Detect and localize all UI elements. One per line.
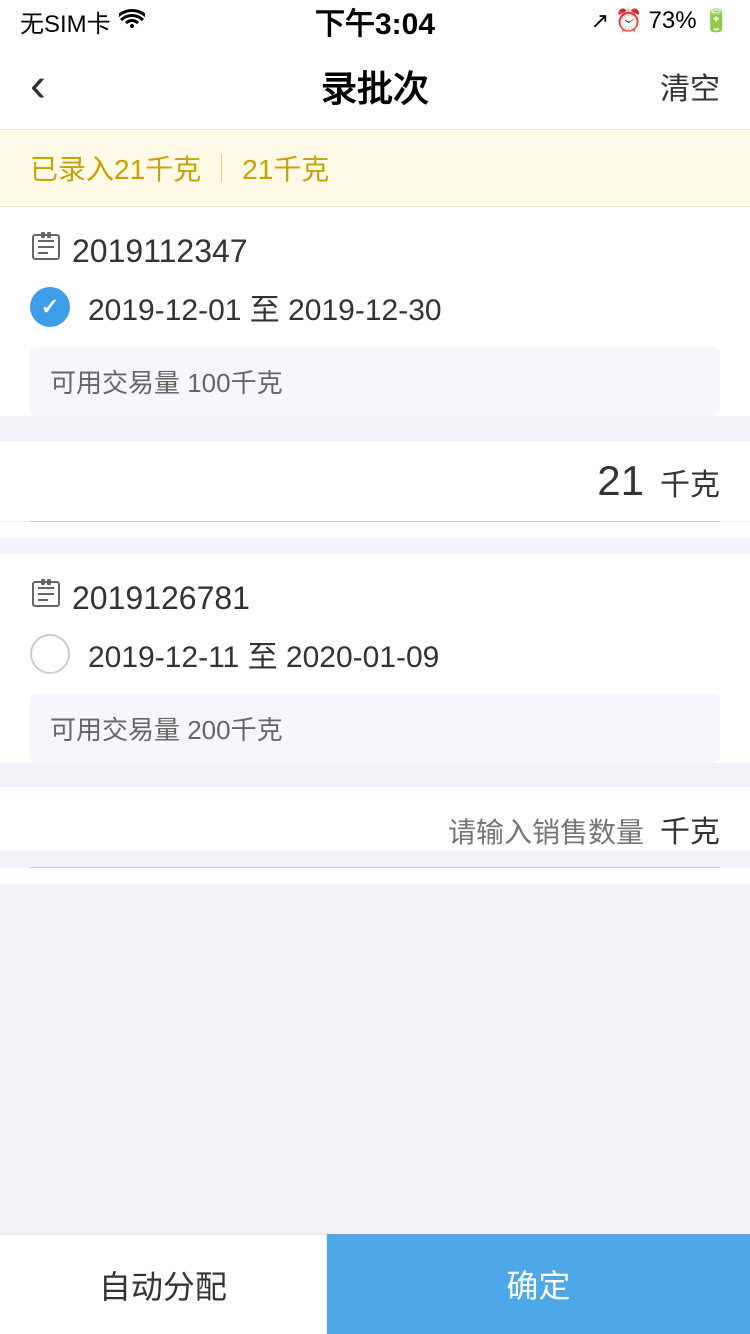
confirm-button[interactable]: 确定 [327, 1234, 750, 1334]
batch-header-1: 2019112347 [30, 231, 720, 271]
batch-card-1: 2019112347 ✓ 2019-12-01 至 2019-12-30 可用交… [0, 207, 750, 416]
batch-id-1: 2019112347 [72, 233, 248, 270]
nav-bar: ‹ 录批次 清空 [0, 42, 750, 130]
carrier-label: 无SIM卡 [20, 4, 111, 39]
batch-id-2: 2019126781 [72, 580, 250, 617]
page-title: 录批次 [321, 60, 429, 112]
battery-icon: 🔋 [703, 8, 730, 34]
clear-button[interactable]: 清空 [660, 64, 720, 108]
status-left: 无SIM卡 [20, 4, 145, 39]
back-button[interactable]: ‹ [30, 58, 90, 113]
alarm-icon: ⏰ [615, 8, 642, 34]
batch-radio-2[interactable] [30, 634, 70, 674]
summary-divider [221, 154, 222, 182]
checkmark-icon-1: ✓ [41, 294, 59, 320]
input-unit-2: 千克 [660, 807, 720, 851]
quantity-input-2[interactable] [344, 817, 644, 849]
quantity-unit-1: 千克 [660, 460, 720, 504]
batch-date-1: 2019-12-01 至 2019-12-30 [88, 285, 442, 329]
batch-radio-1[interactable]: ✓ [30, 287, 70, 327]
total-label: 21千克 [242, 148, 329, 188]
input-row-2: 千克 [0, 787, 750, 851]
location-icon: ↗ [591, 8, 609, 34]
confirm-label: 确定 [506, 1261, 570, 1307]
battery-label: 73% [649, 7, 697, 35]
batch-availability-2: 可用交易量 200千克 [30, 694, 720, 763]
summary-bar: 已录入21千克 21千克 [0, 130, 750, 207]
card-bottom-pad-2 [0, 868, 750, 884]
card-bottom-pad-1 [0, 522, 750, 538]
bottom-bar: 自动分配 确定 [0, 1234, 750, 1334]
status-time: 下午3:04 [315, 0, 435, 43]
auto-distribute-label: 自动分配 [99, 1262, 227, 1308]
batch-date-row-1[interactable]: ✓ 2019-12-01 至 2019-12-30 [30, 285, 720, 329]
quantity-value-1[interactable]: 21 [597, 457, 644, 505]
batch-header-2: 2019126781 [30, 578, 720, 618]
status-bar: 无SIM卡 下午3:04 ↗ ⏰ 73% 🔋 [0, 0, 750, 42]
auto-distribute-button[interactable]: 自动分配 [0, 1234, 327, 1334]
recorded-label: 已录入21千克 [30, 148, 201, 188]
section-separator [0, 538, 750, 554]
status-right: ↗ ⏰ 73% 🔋 [591, 7, 730, 35]
empty-area [0, 884, 750, 1264]
batch-availability-1: 可用交易量 100千克 [30, 347, 720, 416]
wifi-icon [119, 7, 145, 35]
batch-icon-2 [30, 578, 62, 618]
batch-card-2: 2019126781 2019-12-11 至 2020-01-09 可用交易量… [0, 554, 750, 763]
quantity-row-1: 21 千克 [0, 440, 750, 521]
batch-date-row-2[interactable]: 2019-12-11 至 2020-01-09 [30, 632, 720, 676]
batch-icon-1 [30, 231, 62, 271]
batch-date-2: 2019-12-11 至 2020-01-09 [88, 632, 439, 676]
